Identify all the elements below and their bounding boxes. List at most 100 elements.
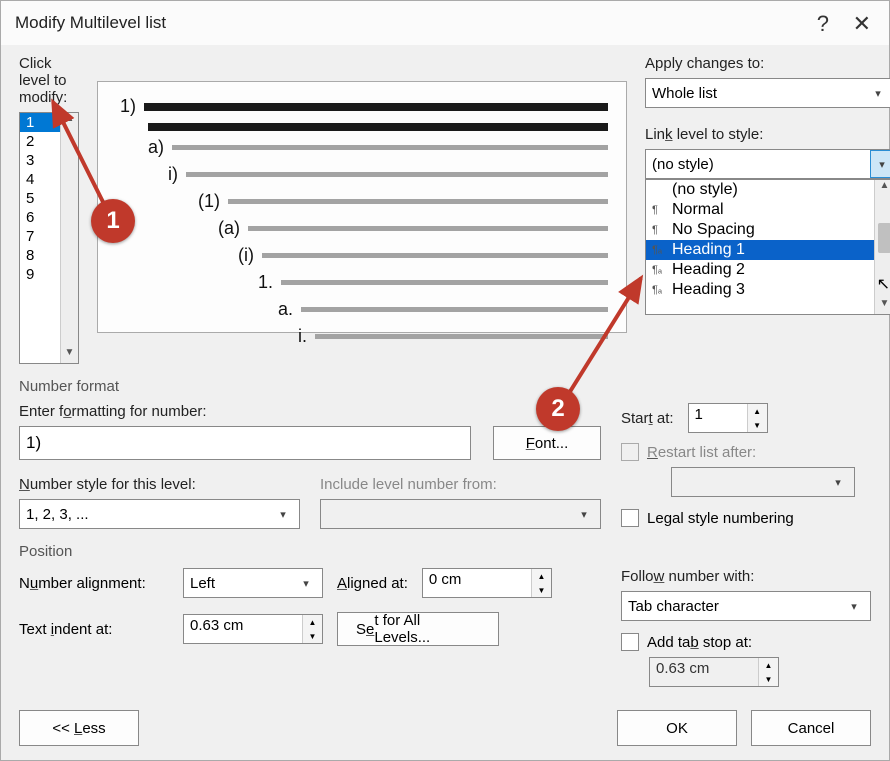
include-level-label: Include level number from: (320, 476, 601, 493)
preview-line-label: a) (148, 137, 164, 158)
preview-line-label: (i) (238, 245, 254, 266)
start-at-value: 1 (689, 404, 747, 432)
preview-line: a. (120, 299, 608, 320)
less-button[interactable]: << Less (19, 710, 139, 746)
style-option-label: Heading 3 (672, 281, 745, 298)
scroll-down-icon[interactable]: ▼ (61, 347, 78, 363)
restart-list-label: Restart list after: (647, 444, 756, 461)
link-level-selected: (no style) (652, 156, 870, 173)
preview-line-bar (186, 172, 608, 177)
style-option-heading-3[interactable]: ¶ₐHeading 3 (646, 280, 890, 300)
annotation-2-bubble: 2 (536, 387, 580, 431)
number-style-dropdown[interactable]: 1, 2, 3, ... ▾ (19, 499, 300, 529)
preview-line-label: i) (168, 164, 178, 185)
add-tab-stop-label: Add tab stop at: (647, 634, 752, 651)
level-list-label: Click level to modify: (19, 55, 79, 106)
preview-line-label: i. (298, 326, 307, 347)
preview-line: 1) (120, 96, 608, 117)
spinner-up-icon[interactable]: ▲ (748, 404, 767, 418)
level-list-scrollbar[interactable]: ▲ ▼ (60, 113, 78, 363)
style-option-heading-2[interactable]: ¶ₐ Heading 2 (646, 260, 890, 280)
enter-formatting-label: Enter formatting for number: (19, 403, 601, 420)
paragraph-icon: ¶ₐ (652, 264, 662, 276)
apply-changes-dropdown[interactable]: Whole list ▾ (645, 78, 890, 108)
legal-style-label: Legal style numbering (647, 510, 794, 527)
chevron-down-icon: ▾ (828, 476, 848, 489)
style-option-label: (no style) (672, 181, 738, 198)
style-scrollbar[interactable]: ▲ ▼ (874, 180, 890, 314)
tab-stop-input: 0.63 cm ▲▼ (649, 657, 779, 687)
preview-line: 1. (120, 272, 608, 293)
preview-line: i. (120, 326, 608, 347)
style-option-normal[interactable]: ¶ Normal (646, 200, 890, 220)
number-alignment-dropdown[interactable]: Left ▾ (183, 568, 323, 598)
preview-line-bar (228, 199, 608, 204)
enter-formatting-input[interactable] (19, 426, 471, 460)
preview-line-bar (281, 280, 608, 285)
dialog-title: Modify Multilevel list (15, 13, 166, 33)
style-option-label: No Spacing (672, 221, 755, 238)
font-button[interactable]: Font... (493, 426, 601, 460)
style-listbox[interactable]: (no style)¶Normal¶No Spacing¶ₐHeading 1¶… (645, 179, 890, 315)
paragraph-icon: ¶ (652, 204, 658, 216)
spinner-down-icon[interactable]: ▼ (532, 583, 551, 597)
style-option-label: Normal (672, 201, 724, 218)
preview-line-bar (172, 145, 608, 150)
scroll-down-icon[interactable]: ▼ (875, 298, 890, 314)
spinner-down-icon[interactable]: ▼ (303, 629, 322, 643)
preview-line-bar (262, 253, 608, 258)
text-indent-input[interactable]: 0.63 cm ▲▼ (183, 614, 323, 644)
preview-line-bar (144, 103, 608, 111)
style-option-no-spacing[interactable]: ¶ No Spacing (646, 220, 890, 240)
style-option--no-style-[interactable]: (no style) (646, 180, 890, 200)
level-list[interactable]: 123456789 ▲ ▼ (19, 112, 79, 364)
cancel-button[interactable]: Cancel (751, 710, 871, 746)
preview-line-bar (148, 123, 608, 131)
follow-number-dropdown[interactable]: Tab character ▾ (621, 591, 871, 621)
preview-line: i) (120, 164, 608, 185)
annotation-1-bubble: 1 (91, 199, 135, 243)
style-option-heading-1[interactable]: ¶ₐHeading 1 (646, 240, 890, 260)
scroll-up-icon[interactable]: ▲ (875, 180, 890, 196)
ok-button[interactable]: OK (617, 710, 737, 746)
tab-stop-value: 0.63 cm (650, 658, 758, 686)
follow-number-value: Tab character (628, 598, 844, 615)
chevron-down-icon: ▾ (296, 577, 316, 590)
chevron-down-icon: ▾ (868, 87, 888, 100)
chevron-down-icon: ▾ (844, 600, 864, 613)
preview-line-label: a. (278, 299, 293, 320)
start-at-input[interactable]: 1 ▲▼ (688, 403, 768, 433)
set-all-levels-button[interactable]: Set for All Levels... (337, 612, 499, 646)
dialog-footer: << Less OK Cancel (19, 710, 871, 746)
style-option-label: Heading 2 (672, 261, 745, 278)
link-level-dropdown[interactable]: (no style) ▾ (645, 149, 890, 179)
preview-line-label: 1. (258, 272, 273, 293)
spinner-down-icon[interactable]: ▼ (748, 418, 767, 432)
number-style-value: 1, 2, 3, ... (26, 506, 273, 523)
legal-style-row[interactable]: Legal style numbering (621, 509, 871, 527)
preview-line-label: 1) (120, 96, 136, 117)
preview-line-bar (301, 307, 608, 312)
add-tab-stop-checkbox[interactable] (621, 633, 639, 651)
scroll-thumb[interactable] (878, 223, 890, 253)
scroll-up-icon[interactable]: ▲ (61, 113, 78, 129)
style-option-label: Heading 1 (672, 241, 745, 258)
close-icon[interactable]: ✕ (853, 11, 871, 37)
add-tab-stop-row[interactable]: Add tab stop at: (621, 633, 871, 651)
restart-list-checkbox (621, 443, 639, 461)
help-icon[interactable]: ? (817, 11, 829, 37)
spinner-up-icon[interactable]: ▲ (303, 615, 322, 629)
number-style-label: Number style for this level: (19, 476, 300, 493)
position-section-label: Position (19, 543, 871, 560)
apply-changes-value: Whole list (652, 85, 868, 102)
legal-style-checkbox[interactable] (621, 509, 639, 527)
paragraph-icon: ¶ (652, 224, 658, 236)
chevron-down-icon: ▾ (273, 508, 293, 521)
link-level-label: Link level to style: (645, 126, 890, 143)
aligned-at-input[interactable]: 0 cm ▲▼ (422, 568, 552, 598)
spinner-up-icon[interactable]: ▲ (532, 569, 551, 583)
preview-line-bar (248, 226, 608, 231)
spinner-down-icon: ▼ (759, 672, 778, 686)
preview-line-label: (1) (198, 191, 220, 212)
restart-list-row: Restart list after: (621, 443, 871, 461)
